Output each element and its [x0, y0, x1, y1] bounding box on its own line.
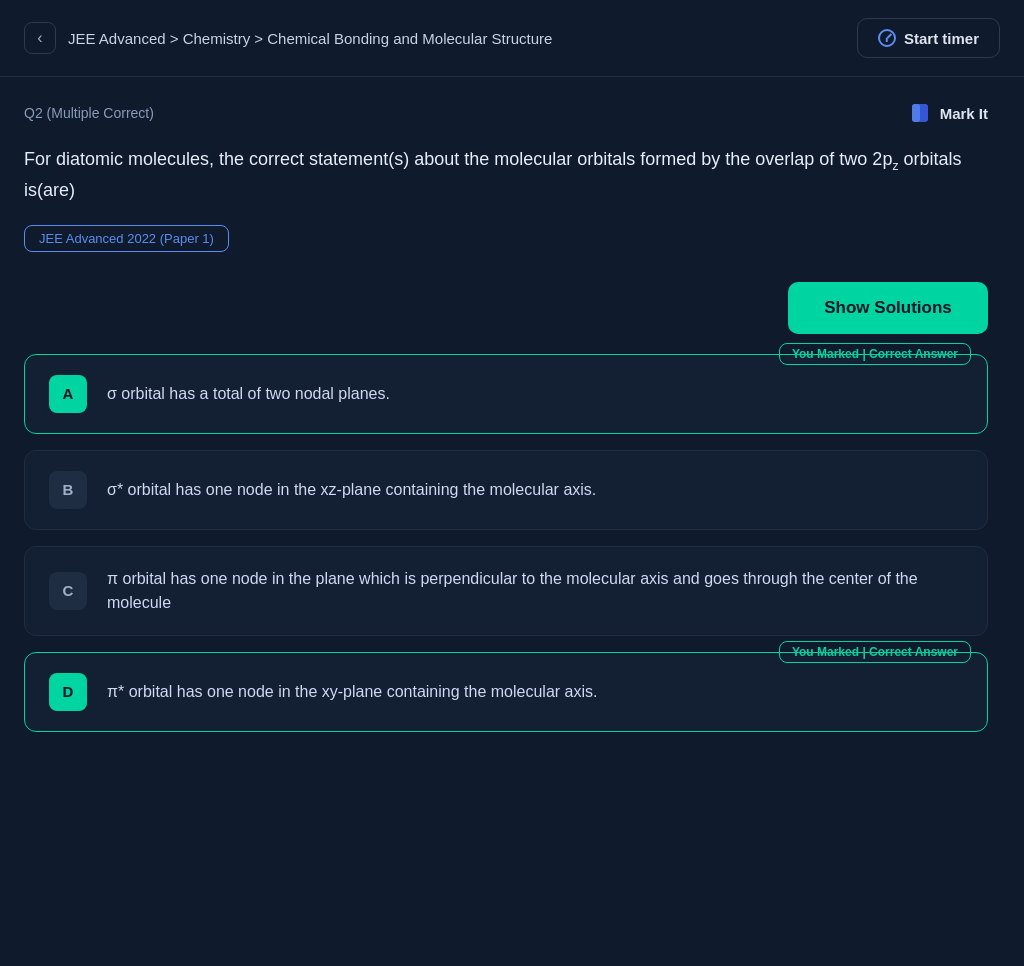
- option-label-d: D: [49, 673, 87, 711]
- question-text: For diatomic molecules, the correct stat…: [24, 145, 988, 205]
- mark-it-label: Mark It: [940, 105, 988, 122]
- start-timer-label: Start timer: [904, 30, 979, 47]
- option-label-c: C: [49, 572, 87, 610]
- start-timer-button[interactable]: Start timer: [857, 18, 1000, 58]
- breadcrumb: JEE Advanced > Chemistry > Chemical Bond…: [68, 30, 552, 47]
- content-wrapper: Q2 (Multiple Correct) Mark It For diatom…: [24, 101, 1000, 732]
- back-icon: ‹: [37, 29, 42, 47]
- show-solutions-button[interactable]: Show Solutions: [788, 282, 988, 334]
- correct-badge-d: You Marked | Correct Answer: [779, 641, 971, 663]
- question-text-part1: For diatomic molecules, the correct stat…: [24, 149, 961, 200]
- header-left: ‹ JEE Advanced > Chemistry > Chemical Bo…: [24, 22, 552, 54]
- option-text-a: σ orbital has a total of two nodal plane…: [107, 382, 390, 406]
- option-label-b: B: [49, 471, 87, 509]
- option-text-b: σ* orbital has one node in the xz-plane …: [107, 478, 596, 502]
- option-card-c[interactable]: C π orbital has one node in the plane wh…: [24, 546, 988, 636]
- timer-icon: [878, 29, 896, 47]
- option-text-c: π orbital has one node in the plane whic…: [107, 567, 963, 615]
- header: ‹ JEE Advanced > Chemistry > Chemical Bo…: [0, 0, 1024, 77]
- option-card-d[interactable]: You Marked | Correct Answer D π* orbital…: [24, 652, 988, 732]
- option-card-b[interactable]: B σ* orbital has one node in the xz-plan…: [24, 450, 988, 530]
- question-meta: Q2 (Multiple Correct) Mark It: [24, 101, 988, 125]
- bookmark-icon: [908, 101, 932, 125]
- show-solutions-area: Show Solutions: [24, 282, 988, 334]
- question-type-label: Q2 (Multiple Correct): [24, 105, 154, 121]
- svg-rect-1: [912, 104, 920, 122]
- option-text-d: π* orbital has one node in the xy-plane …: [107, 680, 597, 704]
- option-label-a: A: [49, 375, 87, 413]
- tag-badge: JEE Advanced 2022 (Paper 1): [24, 225, 988, 282]
- main-content: Q2 (Multiple Correct) Mark It For diatom…: [0, 77, 1024, 756]
- options-list: You Marked | Correct Answer A σ orbital …: [24, 354, 988, 732]
- mark-it-button[interactable]: Mark It: [908, 101, 988, 125]
- correct-badge-a: You Marked | Correct Answer: [779, 343, 971, 365]
- option-card-a[interactable]: You Marked | Correct Answer A σ orbital …: [24, 354, 988, 434]
- back-button[interactable]: ‹: [24, 22, 56, 54]
